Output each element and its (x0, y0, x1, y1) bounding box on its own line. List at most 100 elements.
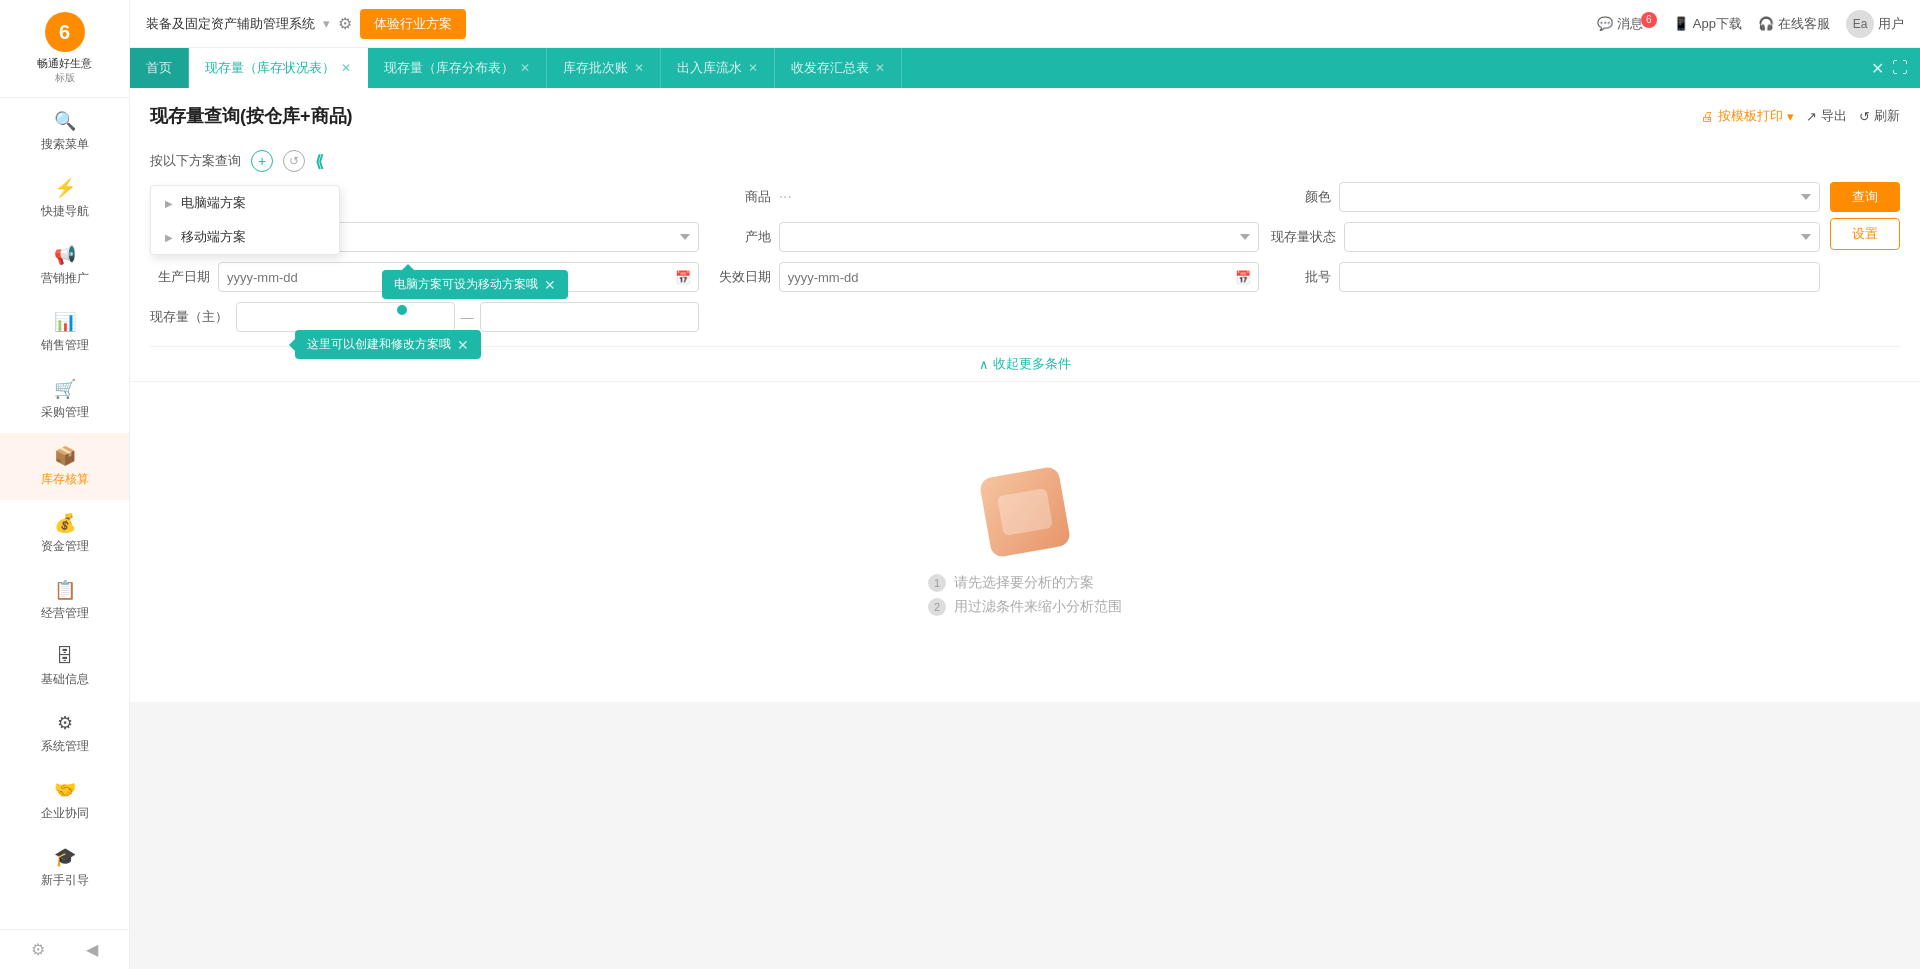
collapse-sidebar-icon[interactable]: ◀ (86, 940, 98, 959)
filter-arrow-btn[interactable]: ⟪ (315, 152, 324, 171)
empty-icon-wrap (975, 462, 1075, 562)
content-area: 现存量查询(按仓库+商品) 🖨 按模板打印 ▾ ↗ 导出 ↺ 刷新 (130, 88, 1920, 969)
collapse-icon: ∧ (979, 357, 989, 372)
message-btn[interactable]: 💬 消息 6 (1597, 15, 1657, 33)
filter-batch: 批号 (1271, 262, 1820, 292)
stock-qty-max[interactable] (480, 302, 699, 332)
filter-refresh-btn[interactable]: ↺ (283, 150, 305, 172)
color-label: 颜色 (1271, 188, 1331, 206)
sidebar-item-search[interactable]: 🔍 搜索菜单 (0, 98, 129, 165)
template-print-btn[interactable]: 🖨 按模板打印 ▾ (1701, 107, 1794, 125)
sidebar-logo: 6 畅通好生意 标版 (0, 0, 129, 98)
sidebar-item-system[interactable]: ⚙ 系统管理 (0, 700, 129, 767)
topbar-right: 💬 消息 6 📱 App下载 🎧 在线客服 Ea 用户 (1597, 10, 1904, 38)
sidebar-item-enterprise[interactable]: 🤝 企业协同 (0, 767, 129, 834)
filter-origin: 产地 (711, 222, 1260, 252)
filter-fields-area: 仓库 ··· 商品 ··· 颜色 (150, 182, 1820, 342)
filter-add-btn[interactable]: + (251, 150, 273, 172)
online-service-btn[interactable]: 🎧 在线客服 (1758, 15, 1830, 33)
empty-state: 1 请先选择要分析的方案 2 用过滤条件来缩小分析范围 (130, 382, 1920, 702)
refresh-btn[interactable]: ↺ 刷新 (1859, 107, 1900, 125)
graduation-icon: 🎓 (54, 846, 76, 868)
filter-color: 颜色 (1271, 182, 1820, 212)
stock-status-label: 现存量状态 (1271, 228, 1336, 246)
topbar-left: 装备及固定资产辅助管理系统 ▾ ⚙ 体验行业方案 (146, 9, 466, 39)
stock-status-select[interactable] (1344, 222, 1820, 252)
color-select[interactable] (1339, 182, 1820, 212)
sidebar-bottom: ⚙ ◀ (0, 929, 129, 969)
tab-close-batch-account[interactable]: ✕ (634, 61, 644, 75)
goods-dots[interactable]: ··· (779, 188, 792, 206)
tab-close-inventory-status[interactable]: ✕ (341, 61, 351, 75)
tab-close-all-icon[interactable]: ✕ (1871, 59, 1884, 78)
prod-date-start-cal-icon[interactable]: 📅 (675, 270, 691, 285)
expire-date-label: 失效日期 (711, 268, 771, 286)
scheme-item-mobile[interactable]: ▶ 移动端方案 (151, 220, 339, 254)
handshake-icon: 🤝 (54, 779, 76, 801)
tooltip2-close[interactable]: ✕ (457, 337, 469, 353)
tab-close-inventory-dist[interactable]: ✕ (520, 61, 530, 75)
gear-icon: ⚙ (57, 712, 73, 734)
industry-btn[interactable]: 体验行业方案 (360, 9, 466, 39)
tab-close-recv-summary[interactable]: ✕ (875, 61, 885, 75)
tooltip1-close[interactable]: ✕ (544, 277, 556, 293)
empty-texts: 1 请先选择要分析的方案 2 用过滤条件来缩小分析范围 (928, 574, 1122, 622)
settings-bottom-icon[interactable]: ⚙ (31, 940, 45, 959)
message-icon: 💬 (1597, 16, 1613, 31)
app-download-btn[interactable]: 📱 App下载 (1673, 15, 1742, 33)
filter-stock-status: 现存量状态 (1271, 222, 1820, 252)
template-dropdown-icon: ▾ (1787, 109, 1794, 124)
clipboard-icon: 📋 (54, 579, 76, 601)
filter-row-2: 尺码 产地 现存量状态 (150, 222, 1820, 252)
setting-btn[interactable]: 设置 (1830, 218, 1900, 250)
empty-box-icon (979, 466, 1072, 559)
search-icon: 🔍 (54, 110, 76, 132)
search-btn[interactable]: 查询 (1830, 182, 1900, 212)
filter-label: 按以下方案查询 (150, 152, 241, 170)
sidebar-item-quick[interactable]: ⚡ 快捷导航 (0, 165, 129, 232)
origin-select[interactable] (779, 222, 1260, 252)
expire-date-start-cal-icon[interactable]: 📅 (1235, 270, 1251, 285)
empty-box-inner (997, 488, 1053, 536)
filter-stock-qty: 现存量（主） — (150, 302, 699, 332)
triangle-icon: ▶ (165, 198, 173, 209)
sidebar-item-guide[interactable]: 🎓 新手引导 (0, 834, 129, 901)
main-area: 装备及固定资产辅助管理系统 ▾ ⚙ 体验行业方案 💬 消息 6 📱 App下载 … (130, 0, 1920, 969)
system-dropdown-icon[interactable]: ▾ (323, 16, 330, 31)
user-menu[interactable]: Ea 用户 (1846, 10, 1904, 38)
logo-icon: 6 (45, 12, 85, 52)
sidebar-item-finance[interactable]: 💰 资金管理 (0, 500, 129, 567)
tab-fullscreen-icon[interactable]: ⛶ (1892, 59, 1908, 77)
message-badge: 6 (1641, 12, 1657, 28)
lightning-icon: ⚡ (54, 177, 76, 199)
expire-date-start[interactable] (779, 262, 1260, 292)
stock-qty-label: 现存量（主） (150, 308, 228, 326)
sidebar-item-sales[interactable]: 📊 销售管理 (0, 299, 129, 366)
topbar-settings-icon[interactable]: ⚙ (338, 14, 352, 33)
tab-home[interactable]: 首页 (130, 48, 189, 88)
sidebar-item-basic[interactable]: 🗄 基础信息 (0, 634, 129, 700)
stock-qty-min[interactable] (236, 302, 455, 332)
scheme-item-pc[interactable]: ▶ 电脑端方案 (151, 186, 339, 220)
sidebar-item-purchase[interactable]: 🛒 采购管理 (0, 366, 129, 433)
dot-indicator (397, 305, 407, 315)
tabbar: 首页 现存量（库存状况表） ✕ 现存量（库存分布表） ✕ 库存批次账 ✕ 出入库… (130, 48, 1920, 88)
page-actions: 🖨 按模板打印 ▾ ↗ 导出 ↺ 刷新 (1701, 107, 1900, 125)
tooltip-create-scheme: 这里可以创建和修改方案哦 ✕ (295, 330, 481, 359)
sidebar-item-operations[interactable]: 📋 经营管理 (0, 567, 129, 634)
tab-inout-flow[interactable]: 出入库流水 ✕ (661, 48, 775, 88)
export-btn[interactable]: ↗ 导出 (1806, 107, 1847, 125)
topbar: 装备及固定资产辅助管理系统 ▾ ⚙ 体验行业方案 💬 消息 6 📱 App下载 … (130, 0, 1920, 48)
box-icon: 📦 (54, 445, 76, 467)
tab-recv-summary[interactable]: 收发存汇总表 ✕ (775, 48, 902, 88)
origin-label: 产地 (711, 228, 771, 246)
tabbar-actions: ✕ ⛶ (1871, 59, 1920, 78)
tab-inventory-status[interactable]: 现存量（库存状况表） ✕ (189, 48, 368, 88)
tab-close-inout-flow[interactable]: ✕ (748, 61, 758, 75)
tab-batch-account[interactable]: 库存批次账 ✕ (547, 48, 661, 88)
sidebar-item-marketing[interactable]: 📢 营销推广 (0, 232, 129, 299)
batch-input[interactable] (1339, 262, 1820, 292)
tab-inventory-dist[interactable]: 现存量（库存分布表） ✕ (368, 48, 547, 88)
content-inner: 现存量查询(按仓库+商品) 🖨 按模板打印 ▾ ↗ 导出 ↺ 刷新 (130, 88, 1920, 702)
sidebar-item-inventory[interactable]: 📦 库存核算 (0, 433, 129, 500)
